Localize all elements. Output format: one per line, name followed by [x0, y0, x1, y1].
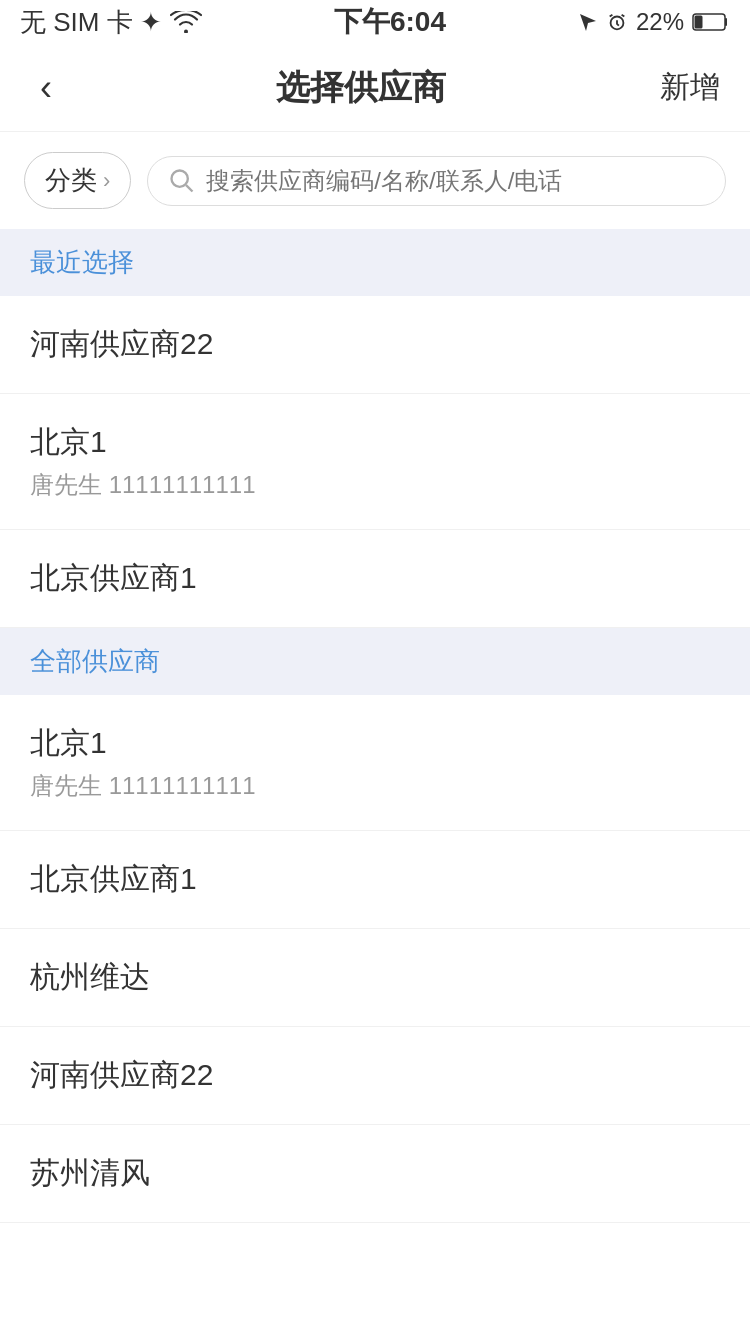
list-item[interactable]: 北京供应商1 [0, 530, 750, 628]
item-name: 河南供应商22 [30, 324, 720, 365]
list-item[interactable]: 苏州清风 [0, 1125, 750, 1223]
item-name: 河南供应商22 [30, 1055, 720, 1096]
filter-bar: 分类 › [0, 132, 750, 229]
status-time: 下午6:04 [334, 3, 446, 41]
all-section-label: 全部供应商 [30, 646, 160, 676]
list-item[interactable]: 北京1 唐先生 11111111111 [0, 394, 750, 530]
list-item[interactable]: 河南供应商22 [0, 296, 750, 394]
item-name: 北京供应商1 [30, 859, 720, 900]
status-left: 无 SIM 卡 ✦ [20, 5, 202, 40]
list-item[interactable]: 河南供应商22 [0, 1027, 750, 1125]
back-button[interactable]: ‹ [30, 57, 62, 119]
search-box[interactable] [147, 156, 726, 206]
wifi-icon [170, 11, 202, 33]
nav-bar: ‹ 选择供应商 新增 [0, 44, 750, 132]
svg-line-4 [186, 185, 192, 191]
all-section-header: 全部供应商 [0, 628, 750, 695]
sim-status: 无 SIM 卡 ✦ [20, 5, 162, 40]
status-bar: 无 SIM 卡 ✦ 下午6:04 22% [0, 0, 750, 44]
add-button[interactable]: 新增 [660, 67, 720, 108]
list-item[interactable]: 北京供应商1 [0, 831, 750, 929]
battery-percent: 22% [636, 8, 684, 36]
recent-section-header: 最近选择 [0, 229, 750, 296]
chevron-right-icon: › [103, 168, 110, 194]
search-icon [168, 167, 196, 195]
search-input[interactable] [206, 167, 705, 195]
page-title: 选择供应商 [276, 65, 446, 111]
item-name: 杭州维达 [30, 957, 720, 998]
status-right: 22% [578, 8, 730, 36]
svg-point-3 [172, 170, 188, 186]
recent-section-label: 最近选择 [30, 247, 134, 277]
item-name: 北京1 [30, 422, 720, 463]
category-filter[interactable]: 分类 › [24, 152, 131, 209]
item-name: 苏州清风 [30, 1153, 720, 1194]
item-sub: 唐先生 11111111111 [30, 770, 720, 802]
list-item[interactable]: 北京1 唐先生 11111111111 [0, 695, 750, 831]
all-items-list: 北京1 唐先生 11111111111 北京供应商1 杭州维达河南供应商22 苏州清风 [0, 695, 750, 1223]
recent-items-list: 河南供应商22 北京1 唐先生 11111111111 北京供应商1 [0, 296, 750, 628]
location-icon [578, 12, 598, 32]
alarm-icon [606, 11, 628, 33]
battery-icon [692, 12, 730, 32]
category-label: 分类 [45, 163, 97, 198]
item-sub: 唐先生 11111111111 [30, 469, 720, 501]
item-name: 北京供应商1 [30, 558, 720, 599]
item-name: 北京1 [30, 723, 720, 764]
list-item[interactable]: 杭州维达 [0, 929, 750, 1027]
svg-rect-2 [695, 16, 703, 29]
